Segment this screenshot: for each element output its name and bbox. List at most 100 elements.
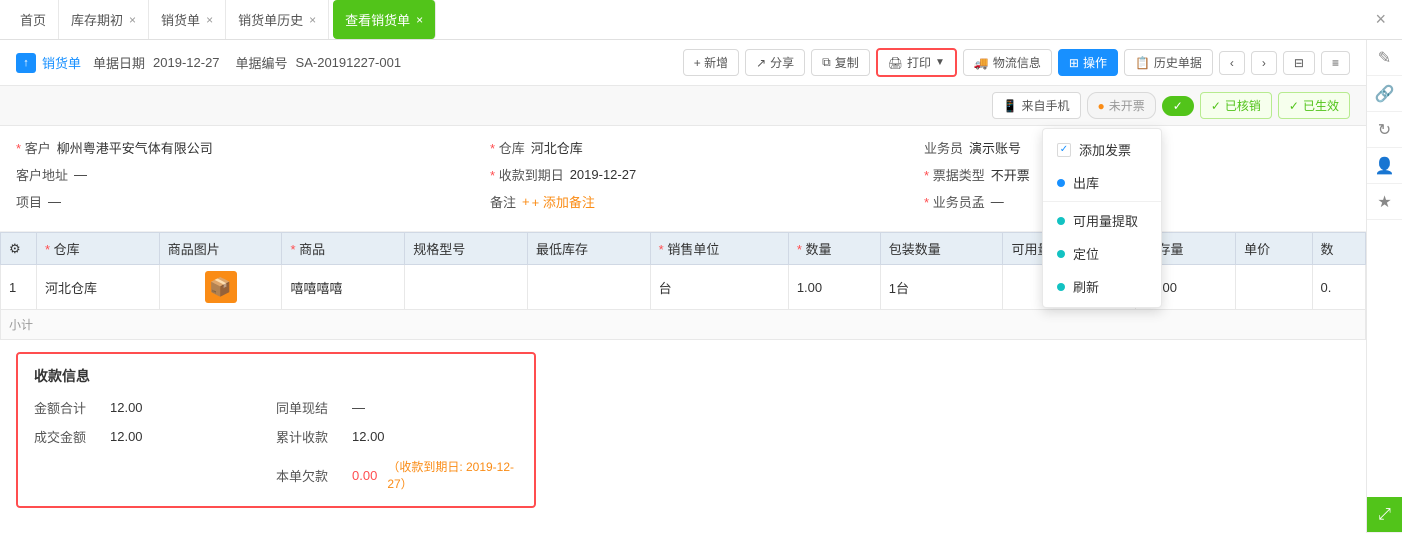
print-icon: 🖨 [888,56,903,70]
new-button[interactable]: + 新增 [683,49,739,76]
grid-view-button[interactable]: ⊟ [1283,51,1315,75]
next-page-button[interactable]: › [1251,51,1277,75]
dropdown-available-qty[interactable]: 可用量提取 [1043,204,1161,237]
doc-title-icon: ↑ [16,53,36,73]
row-warehouse: 河北仓库 [37,265,160,310]
tab-inventory-init-close[interactable]: × [129,13,136,27]
effective-button[interactable]: ✓ 已生效 [1278,92,1350,119]
col-min-stock: 最低库存 [527,233,650,265]
plus-icon: + [522,194,530,209]
sidebar-expand-icon[interactable]: ⤢ [1367,497,1402,533]
transaction-amount-value: 12.00 [110,429,143,444]
tab-home[interactable]: 首页 [8,0,59,39]
copy-button[interactable]: ⧉ 复制 [811,49,870,76]
sidebar-refresh-icon[interactable]: ↻ [1367,112,1402,148]
row-product-image: 📦 [159,265,282,310]
phone-icon: 📱 [1003,99,1018,113]
history-button[interactable]: 📋 历史单据 [1124,49,1213,76]
from-phone-button[interactable]: 📱 来自手机 [992,92,1081,119]
tab-inventory-init[interactable]: 库存期初 × [59,0,149,39]
dot-teal-icon-2 [1057,250,1065,258]
not-open-ticket-button[interactable]: ● 未开票 [1087,92,1156,119]
add-note-button[interactable]: + + 添加备注 [522,192,595,211]
tab-sales-order[interactable]: 销货单 × [149,0,226,39]
sold-check-icon: ✓ [1211,99,1221,113]
action-bar-right: 📱 来自手机 ● 未开票 ✓ ✓ 已核销 ✓ 已生效 [992,92,1350,119]
tab-sales-order-close[interactable]: × [206,13,213,27]
doc-title: ↑ 销货单 [16,53,81,73]
ticket-type-value: 不开票 [991,165,1030,184]
col-settings[interactable]: ⚙ [1,233,37,265]
logistics-button[interactable]: 🚚 物流信息 [963,49,1052,76]
current-due-value: 0.00 [352,468,377,483]
prev-page-button[interactable]: ‹ [1219,51,1245,75]
project-value: — [48,194,61,209]
window-close-button[interactable]: × [1367,9,1394,30]
project-group: 项目 — [16,192,442,211]
row-spec [405,265,528,310]
cumulative-receipt-row: 累计收款 12.00 [276,425,518,448]
row-quantity: 1.00 [788,265,880,310]
row-pack-qty: 1台 [880,265,1003,310]
tab-check-sales[interactable]: 查看销货单 × [333,0,436,39]
product-image-thumb: 📦 [205,271,237,303]
tab-check-sales-close[interactable]: × [416,13,423,27]
warehouse-group: * 仓库 河北仓库 [490,138,916,157]
dropdown-outbound[interactable]: 出库 [1043,166,1161,199]
print-dropdown-icon: ▼ [935,57,945,68]
operation-icon: ⊞ [1069,56,1079,70]
operation-dropdown: ✓ 添加发票 出库 可用量提取 定位 刷新 [1042,128,1162,308]
number-label: 单据编号 SA-20191227-001 [236,53,402,72]
total-amount-value: 12.00 [110,400,143,415]
same-order-value: — [352,400,365,415]
sidebar-link-icon[interactable]: 🔗 [1367,76,1402,112]
check-mark: ✓ [1173,99,1183,113]
date-label: 单据日期 2019-12-27 [93,53,220,72]
sidebar-edit-icon[interactable]: ✎ [1367,40,1402,76]
subtotal-cell: 小计 [1,310,1366,340]
sidebar-user-icon[interactable]: 👤 [1367,148,1402,184]
customer-value: 柳州粤港平安气体有限公司 [57,138,213,157]
check-icon-button[interactable]: ✓ [1162,96,1194,116]
document-header: ↑ 销货单 单据日期 2019-12-27 单据编号 SA-20191227-0… [0,40,1366,86]
tab-sales-history[interactable]: 销货单历史 × [226,0,329,39]
operation-button[interactable]: ⊞ 操作 [1058,49,1118,76]
list-view-button[interactable]: ≡ [1321,51,1350,75]
sidebar-star-icon[interactable]: ★ [1367,184,1402,220]
col-product-image: 商品图片 [159,233,282,265]
row-amount: 0. [1312,265,1365,310]
dot-teal-icon-1 [1057,217,1065,225]
tab-sales-history-close[interactable]: × [309,13,316,27]
payment-date-group: * 收款到期日 2019-12-27 [490,165,916,184]
col-pack-qty: 包装数量 [880,233,1003,265]
row-min-stock [527,265,650,310]
payment-date-value: 2019-12-27 [570,167,637,182]
col-spec: 规格型号 [405,233,528,265]
col-quantity: * 数量 [788,233,880,265]
copy-icon: ⧉ [822,55,831,70]
effective-check-icon: ✓ [1289,99,1299,113]
address-value: — [74,167,87,182]
col-amount: 数 [1312,233,1365,265]
action-bar: 📱 来自手机 ● 未开票 ✓ ✓ 已核销 ✓ 已生效 [0,86,1366,126]
row-product: 嘻嘻嘻嘻 [282,265,405,310]
dropdown-locate[interactable]: 定位 [1043,237,1161,270]
share-button[interactable]: ↗ 分享 [745,49,805,76]
col-warehouse: * 仓库 [37,233,160,265]
print-button[interactable]: 🖨 打印 ▼ [876,48,957,77]
staff-value: 演示账号 [969,138,1021,157]
total-amount-row: 金额合计 12.00 [34,396,276,419]
payment-grid: 金额合计 12.00 同单现结 — 成交金额 12.00 累计收款 12.00 … [34,396,518,494]
grid-icon: ⊟ [1294,56,1304,70]
customer-group: * 客户 柳州粤港平安气体有限公司 [16,138,442,157]
col-product: * 商品 [282,233,405,265]
same-order-row: 同单现结 — [276,396,518,419]
sold-button[interactable]: ✓ 已核销 [1200,92,1272,119]
col-unit-price: 单价 [1236,233,1312,265]
circle-icon: ● [1098,99,1105,113]
transaction-amount-row: 成交金额 12.00 [34,425,276,448]
dropdown-refresh[interactable]: 刷新 [1043,270,1161,303]
checkbox-icon: ✓ [1057,143,1071,157]
doc-actions: + 新增 ↗ 分享 ⧉ 复制 🖨 打印 ▼ 🚚 物流信息 [683,48,1350,77]
dropdown-add-invoice[interactable]: ✓ 添加发票 [1043,133,1161,166]
